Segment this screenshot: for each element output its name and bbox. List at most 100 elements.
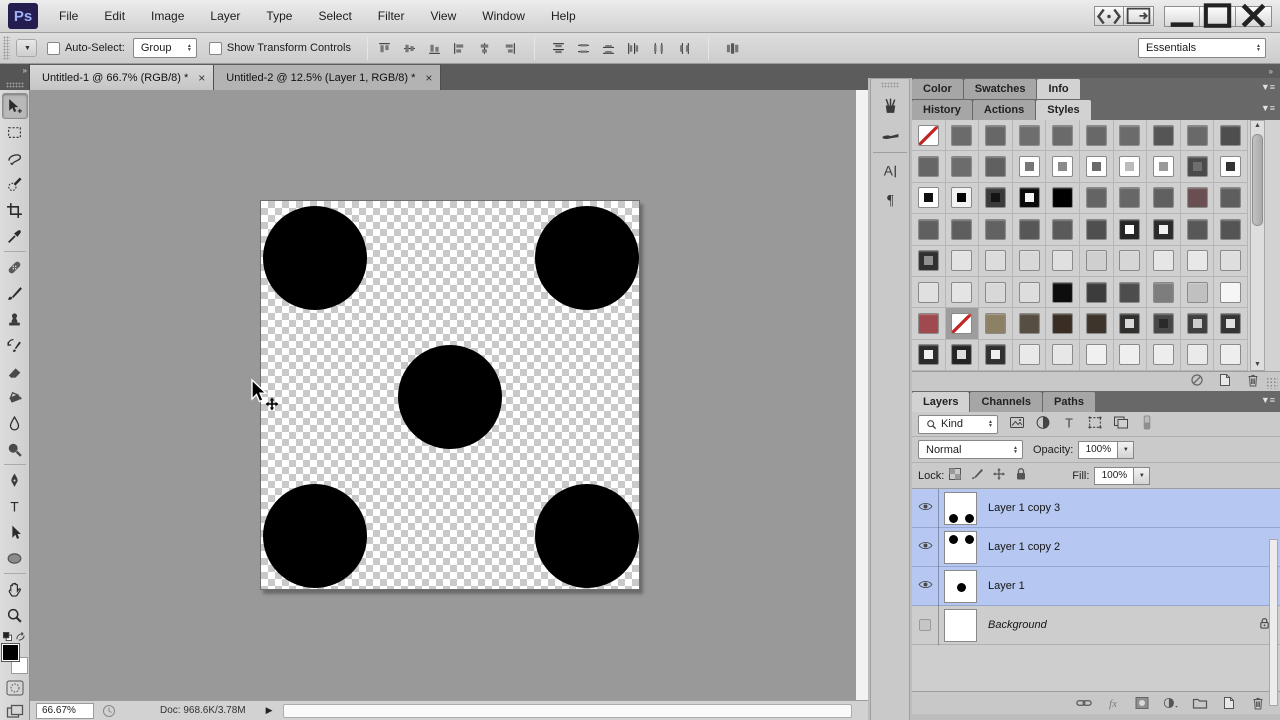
canvas[interactable] [260, 200, 640, 590]
style-swatch[interactable] [1113, 245, 1148, 277]
paragraph-panel-icon[interactable]: ¶ [874, 185, 906, 213]
lock-all-button[interactable] [1014, 467, 1028, 484]
style-swatch[interactable] [979, 182, 1013, 215]
style-swatch[interactable] [912, 151, 946, 183]
menu-window[interactable]: Window [471, 5, 536, 27]
vertical-scrollbar[interactable] [855, 90, 868, 700]
auto-align-layers-button[interactable] [724, 39, 742, 57]
tab-paths[interactable]: Paths [1043, 392, 1095, 412]
style-swatch[interactable] [1113, 276, 1148, 309]
brush-panel-icon[interactable] [874, 92, 906, 120]
move-tool[interactable] [1, 93, 28, 119]
style-swatch[interactable] [1214, 308, 1248, 340]
style-swatch[interactable] [979, 245, 1013, 277]
layer-name[interactable]: Background [988, 619, 1047, 631]
panel-resize-grip[interactable] [1266, 377, 1278, 389]
style-swatch[interactable] [1147, 308, 1181, 340]
menu-select[interactable]: Select [307, 5, 362, 27]
quick-selection-tool[interactable] [2, 171, 28, 197]
hand-tool[interactable] [2, 576, 28, 602]
layer-name[interactable]: Layer 1 copy 2 [988, 541, 1060, 553]
style-swatch[interactable] [1012, 276, 1047, 309]
pixel-filter-button[interactable] [1009, 415, 1025, 433]
menu-view[interactable]: View [419, 5, 467, 27]
style-swatch[interactable] [1046, 214, 1080, 246]
layer-filter-type-dropdown[interactable]: Kind ▲ ▼ [918, 414, 998, 434]
lock-brush-button[interactable] [970, 467, 984, 484]
align-left-edges-button[interactable] [451, 39, 469, 57]
style-swatch[interactable] [1012, 339, 1047, 371]
style-swatch[interactable] [1046, 151, 1080, 183]
style-swatch[interactable] [1147, 120, 1181, 152]
screen-mode-button[interactable] [1124, 6, 1154, 26]
zoom-level-field[interactable]: 66.67% [36, 702, 94, 719]
new-group-button[interactable] [1192, 696, 1208, 710]
brush-presets-icon[interactable] [874, 120, 906, 148]
distribute-right-edges-button[interactable] [675, 39, 693, 57]
style-swatch[interactable] [1113, 308, 1148, 340]
workspace-switcher[interactable]: Essentials ▲ ▼ [1138, 38, 1266, 58]
align-top-edges-button[interactable] [376, 39, 394, 57]
style-swatch[interactable] [945, 339, 980, 371]
style-swatch[interactable] [1079, 245, 1114, 277]
fill-value[interactable]: 100% [1094, 466, 1135, 485]
visibility-cell[interactable] [912, 566, 939, 606]
style-swatch[interactable] [912, 339, 946, 371]
delete-style-button[interactable] [1246, 373, 1260, 390]
style-swatch[interactable] [1012, 214, 1047, 246]
scroll-up-icon[interactable]: ▲ [1254, 121, 1261, 131]
style-swatch[interactable] [1214, 182, 1248, 215]
layer-name[interactable]: Layer 1 copy 3 [988, 502, 1060, 514]
layer-thumbnail[interactable] [944, 491, 977, 525]
style-swatch[interactable] [1147, 276, 1181, 309]
style-swatch[interactable] [1012, 182, 1047, 215]
style-swatch[interactable] [1180, 339, 1215, 371]
style-swatch[interactable] [1079, 214, 1114, 246]
panel-menu-icon[interactable]: ▼≡ [1261, 395, 1275, 405]
style-swatch[interactable] [1012, 308, 1047, 340]
style-swatch[interactable] [1180, 308, 1215, 340]
style-swatch[interactable] [1079, 276, 1114, 309]
history-brush-tool[interactable] [2, 332, 28, 358]
style-swatch[interactable] [1180, 151, 1215, 183]
style-swatch[interactable] [1046, 182, 1080, 215]
style-swatch[interactable] [1180, 276, 1215, 309]
type-filter-button[interactable]: T [1061, 415, 1077, 433]
ellipse-tool[interactable] [2, 545, 28, 571]
tab-color[interactable]: Color [912, 79, 963, 99]
style-swatch[interactable] [1147, 182, 1181, 215]
toolbar-header[interactable]: » [0, 64, 30, 90]
distribute-left-edges-button[interactable] [625, 39, 643, 57]
align-horizontal-centers-button[interactable] [476, 39, 494, 57]
layers-scrollbar[interactable] [1269, 539, 1278, 706]
eyedropper-tool[interactable] [2, 223, 28, 249]
style-swatch[interactable] [1147, 214, 1181, 246]
visibility-eye-icon[interactable] [918, 579, 933, 593]
layer-thumbnail[interactable] [944, 608, 977, 642]
minimize-button[interactable] [1164, 5, 1200, 27]
filter-toggle-button[interactable] [1139, 415, 1155, 433]
style-swatch[interactable] [1012, 245, 1047, 277]
type-tool[interactable]: T [2, 493, 28, 519]
style-swatch[interactable] [1180, 214, 1215, 246]
style-swatch[interactable] [945, 151, 980, 183]
tab-history[interactable]: History [912, 100, 972, 120]
zoom-tool[interactable] [2, 602, 28, 628]
panel-menu-icon[interactable]: ▼≡ [1261, 82, 1275, 92]
style-swatch[interactable] [979, 214, 1013, 246]
adjustment-filter-button[interactable] [1035, 415, 1051, 433]
tab-styles[interactable]: Styles [1036, 100, 1091, 120]
panel-menu-icon[interactable]: ▼≡ [1261, 103, 1275, 113]
style-swatch[interactable] [1180, 245, 1215, 277]
style-swatch[interactable] [1214, 276, 1248, 309]
visibility-eye-icon[interactable] [918, 540, 933, 554]
style-swatch[interactable] [1214, 245, 1248, 277]
lock-transparent-button[interactable] [948, 467, 962, 484]
tab-close-icon[interactable]: × [425, 71, 432, 85]
current-tool-preset[interactable]: ▼ [16, 39, 37, 66]
distribute-bottom-edges-button[interactable] [600, 39, 618, 57]
horizontal-scrollbar[interactable] [282, 703, 852, 718]
paint-bucket-tool[interactable] [2, 384, 28, 410]
layer-thumbnail[interactable] [944, 569, 977, 603]
auto-select-target-dropdown[interactable]: Group ▲ ▼ [132, 38, 197, 58]
